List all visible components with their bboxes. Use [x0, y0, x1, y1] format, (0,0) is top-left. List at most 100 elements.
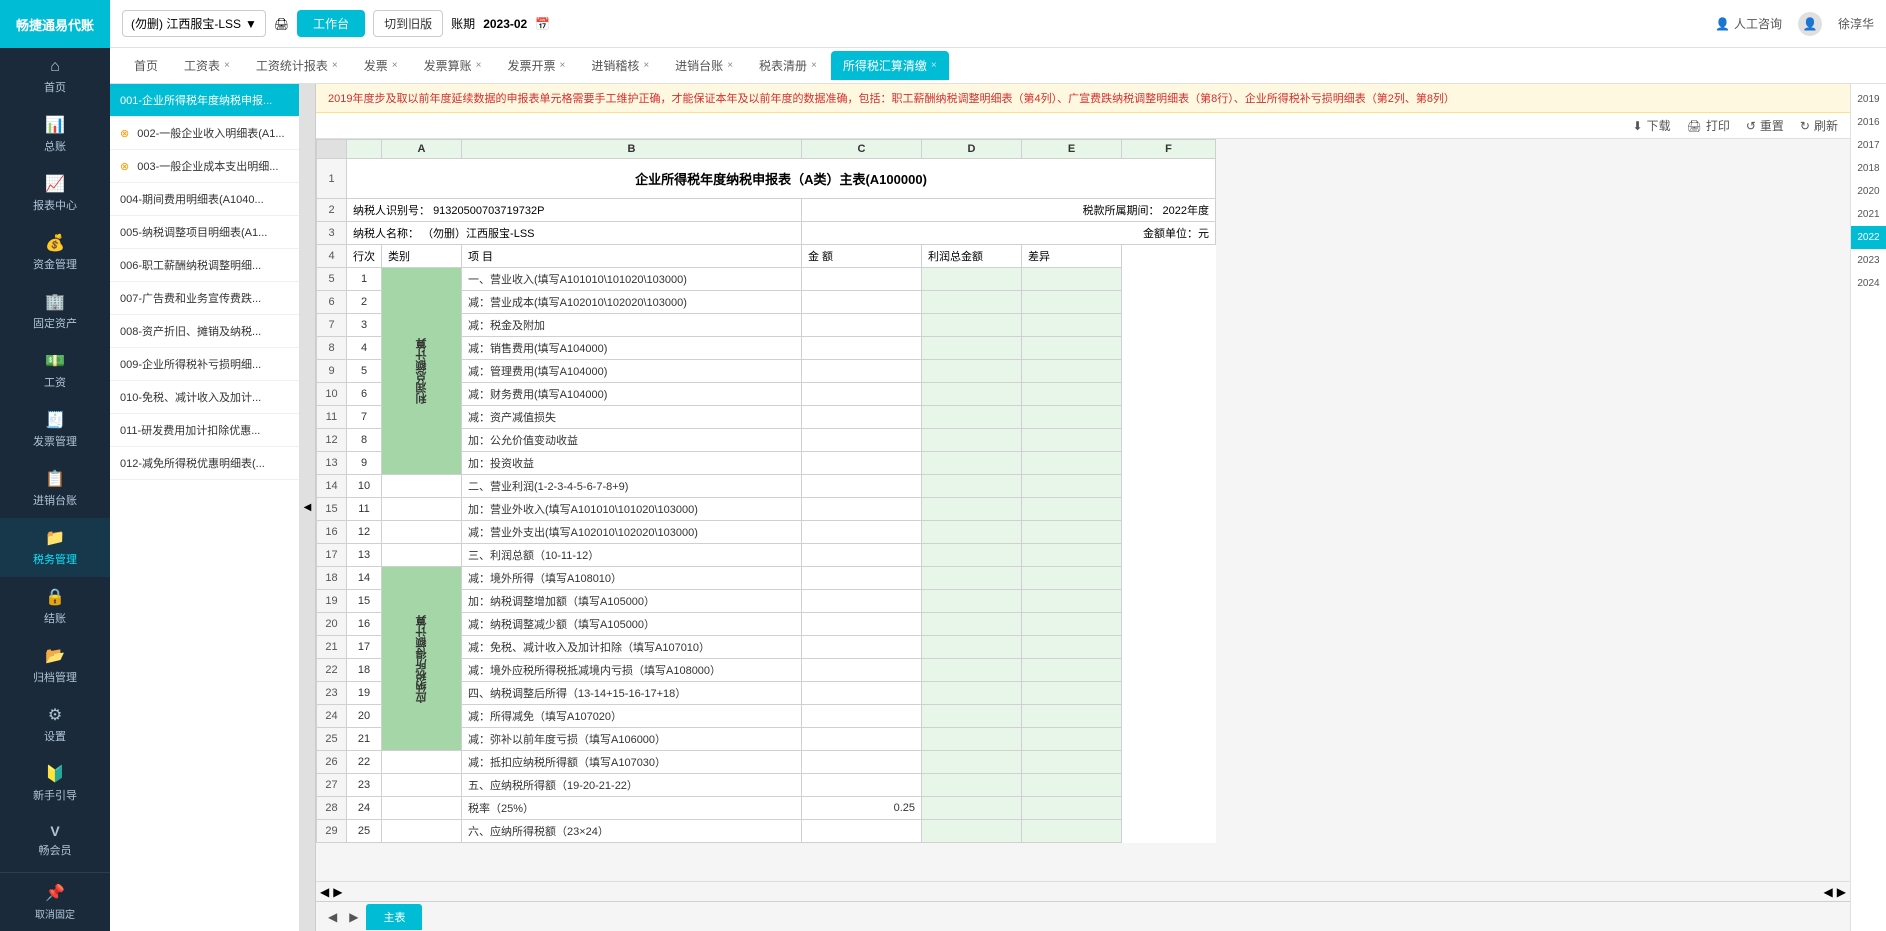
- form-list-item-007[interactable]: 007-广告费和业务宣传费跌...: [110, 282, 299, 315]
- cell-jine[interactable]: [802, 291, 922, 314]
- refresh-button[interactable]: ↻ 刷新: [1800, 117, 1838, 134]
- cell-lirun[interactable]: [922, 337, 1022, 360]
- cell-xiangmu[interactable]: 三、利润总额（10-11-12）: [462, 544, 802, 567]
- cell-xiangmu[interactable]: 加：纳税调整增加额（填写A105000）: [462, 590, 802, 613]
- sidebar-item-salary[interactable]: 💵 工资: [0, 341, 110, 400]
- cell-xiangmu[interactable]: 税率（25%）: [462, 797, 802, 820]
- cell-chayi[interactable]: [1022, 636, 1122, 659]
- sidebar-item-settings[interactable]: ⚙ 设置: [0, 695, 110, 754]
- cell-lirun[interactable]: [922, 797, 1022, 820]
- cell-jine[interactable]: [802, 475, 922, 498]
- cell-xiangmu[interactable]: 四、纳税调整后所得（13-14+15-16-17+18）: [462, 682, 802, 705]
- cell-jine[interactable]: [802, 751, 922, 774]
- cell-xiangmu[interactable]: 减：免税、减计收入及加计扣除（填写A107010）: [462, 636, 802, 659]
- tab-purchase-check[interactable]: 进销稽核 ×: [579, 51, 661, 80]
- cell-chayi[interactable]: [1022, 498, 1122, 521]
- timeline-2023[interactable]: 2023: [1851, 249, 1886, 272]
- cell-jine[interactable]: [802, 429, 922, 452]
- timeline-2016[interactable]: 2016: [1851, 111, 1886, 134]
- form-list-item-004[interactable]: 004-期间费用明细表(A1040...: [110, 183, 299, 216]
- cell-jine[interactable]: [802, 406, 922, 429]
- form-list-item-005[interactable]: 005-纳税调整项目明细表(A1...: [110, 216, 299, 249]
- cell-chayi[interactable]: [1022, 613, 1122, 636]
- sheet-tab-prev[interactable]: ◀: [324, 908, 341, 926]
- scroll-left-icon[interactable]: ◀: [320, 885, 329, 899]
- cell-lirun[interactable]: [922, 659, 1022, 682]
- cell-chayi[interactable]: [1022, 774, 1122, 797]
- sheet-tab-next[interactable]: ▶: [345, 908, 362, 926]
- cell-xiangmu[interactable]: 减：资产减值损失: [462, 406, 802, 429]
- cell-chayi[interactable]: [1022, 797, 1122, 820]
- tab-home[interactable]: 首页: [122, 51, 170, 80]
- sidebar-item-invoice[interactable]: 🧾 发票管理: [0, 400, 110, 459]
- sheet-tab-main[interactable]: 主表: [366, 904, 422, 930]
- cell-chayi[interactable]: [1022, 360, 1122, 383]
- cell-lirun[interactable]: [922, 475, 1022, 498]
- cell-xiangmu[interactable]: 减：抵扣应纳税所得额（填写A107030）: [462, 751, 802, 774]
- cell-lirun[interactable]: [922, 590, 1022, 613]
- cell-chayi[interactable]: [1022, 567, 1122, 590]
- form-list-item-010[interactable]: 010-免税、减计收入及加计...: [110, 381, 299, 414]
- cell-lirun[interactable]: [922, 291, 1022, 314]
- close-tab-icon[interactable]: ×: [643, 60, 649, 71]
- sidebar-item-member[interactable]: V 畅会员: [0, 813, 110, 868]
- cell-xiangmu[interactable]: 加：营业外收入(填写A101010\101020\103000): [462, 498, 802, 521]
- cell-lirun[interactable]: [922, 728, 1022, 751]
- cell-chayi[interactable]: [1022, 590, 1122, 613]
- close-tab-icon[interactable]: ×: [332, 60, 338, 71]
- sidebar-item-asset[interactable]: 🏢 固定资产: [0, 282, 110, 341]
- sidebar-item-close[interactable]: 🔒 结账: [0, 577, 110, 636]
- cell-lirun[interactable]: [922, 314, 1022, 337]
- cell-xiangmu[interactable]: 二、营业利润(1-2-3-4-5-6-7-8+9): [462, 475, 802, 498]
- cell-chayi[interactable]: [1022, 521, 1122, 544]
- cell-xiangmu[interactable]: 减：税金及附加: [462, 314, 802, 337]
- form-list-item-006[interactable]: 006-职工薪酬纳税调整明细...: [110, 249, 299, 282]
- collapse-panel-button[interactable]: ◀: [300, 84, 316, 931]
- cell-xiangmu[interactable]: 六、应纳所得税额（23×24）: [462, 820, 802, 843]
- cell-jine[interactable]: [802, 498, 922, 521]
- form-list-item-001[interactable]: 001-企业所得税年度纳税申报...: [110, 84, 299, 117]
- cell-jine[interactable]: [802, 659, 922, 682]
- cell-xiangmu[interactable]: 一、营业收入(填写A101010\101020\103000): [462, 268, 802, 291]
- tab-purchase-ledger[interactable]: 进销台账 ×: [663, 51, 745, 80]
- form-list-item-008[interactable]: 008-资产折旧、摊销及纳税...: [110, 315, 299, 348]
- close-tab-icon[interactable]: ×: [224, 60, 230, 71]
- tab-salary[interactable]: 工资表 ×: [172, 51, 242, 80]
- cell-chayi[interactable]: [1022, 291, 1122, 314]
- cell-xiangmu[interactable]: 减：境外所得（填写A108010）: [462, 567, 802, 590]
- sidebar-unpin[interactable]: 📌 取消固定: [0, 873, 110, 931]
- cell-chayi[interactable]: [1022, 820, 1122, 843]
- cell-jine[interactable]: [802, 728, 922, 751]
- download-button[interactable]: ⬇ 下载: [1633, 117, 1671, 134]
- cell-chayi[interactable]: [1022, 383, 1122, 406]
- cell-jine[interactable]: [802, 636, 922, 659]
- timeline-2019[interactable]: 2019: [1851, 88, 1886, 111]
- cell-chayi[interactable]: [1022, 705, 1122, 728]
- cell-jine[interactable]: [802, 820, 922, 843]
- cell-chayi[interactable]: [1022, 682, 1122, 705]
- cell-xiangmu[interactable]: 减：营业外支出(填写A102010\102020\103000): [462, 521, 802, 544]
- cell-lirun[interactable]: [922, 705, 1022, 728]
- switch-version-button[interactable]: 切到旧版: [373, 10, 443, 37]
- tab-income-tax[interactable]: 所得税汇算清缴 ×: [831, 51, 949, 80]
- sidebar-item-report[interactable]: 📈 报表中心: [0, 164, 110, 223]
- close-tab-icon[interactable]: ×: [931, 60, 937, 71]
- timeline-2017[interactable]: 2017: [1851, 134, 1886, 157]
- tab-invoice[interactable]: 发票 ×: [352, 51, 410, 80]
- form-list-item-003[interactable]: 003-一般企业成本支出明细...: [110, 150, 299, 183]
- cell-jine[interactable]: [802, 337, 922, 360]
- spreadsheet-wrapper[interactable]: A B C D E F 1 企业所得税年度纳税申报表（A类）主表(A100000…: [316, 139, 1850, 881]
- scroll-right-icon[interactable]: ▶: [333, 885, 342, 899]
- cell-lirun[interactable]: [922, 774, 1022, 797]
- timeline-2020[interactable]: 2020: [1851, 180, 1886, 203]
- cell-lirun[interactable]: [922, 268, 1022, 291]
- cell-chayi[interactable]: [1022, 314, 1122, 337]
- cell-jine[interactable]: 0.25: [802, 797, 922, 820]
- cell-xiangmu[interactable]: 减：所得减免（填写A107020）: [462, 705, 802, 728]
- support-btn[interactable]: 👤 人工咨询: [1715, 15, 1782, 32]
- sidebar-item-archive[interactable]: 📂 归档管理: [0, 636, 110, 695]
- cell-lirun[interactable]: [922, 682, 1022, 705]
- cell-chayi[interactable]: [1022, 429, 1122, 452]
- print-button[interactable]: 🖨 打印: [1687, 117, 1730, 134]
- cell-xiangmu[interactable]: 减：境外应税所得税抵减境内亏损（填写A108000）: [462, 659, 802, 682]
